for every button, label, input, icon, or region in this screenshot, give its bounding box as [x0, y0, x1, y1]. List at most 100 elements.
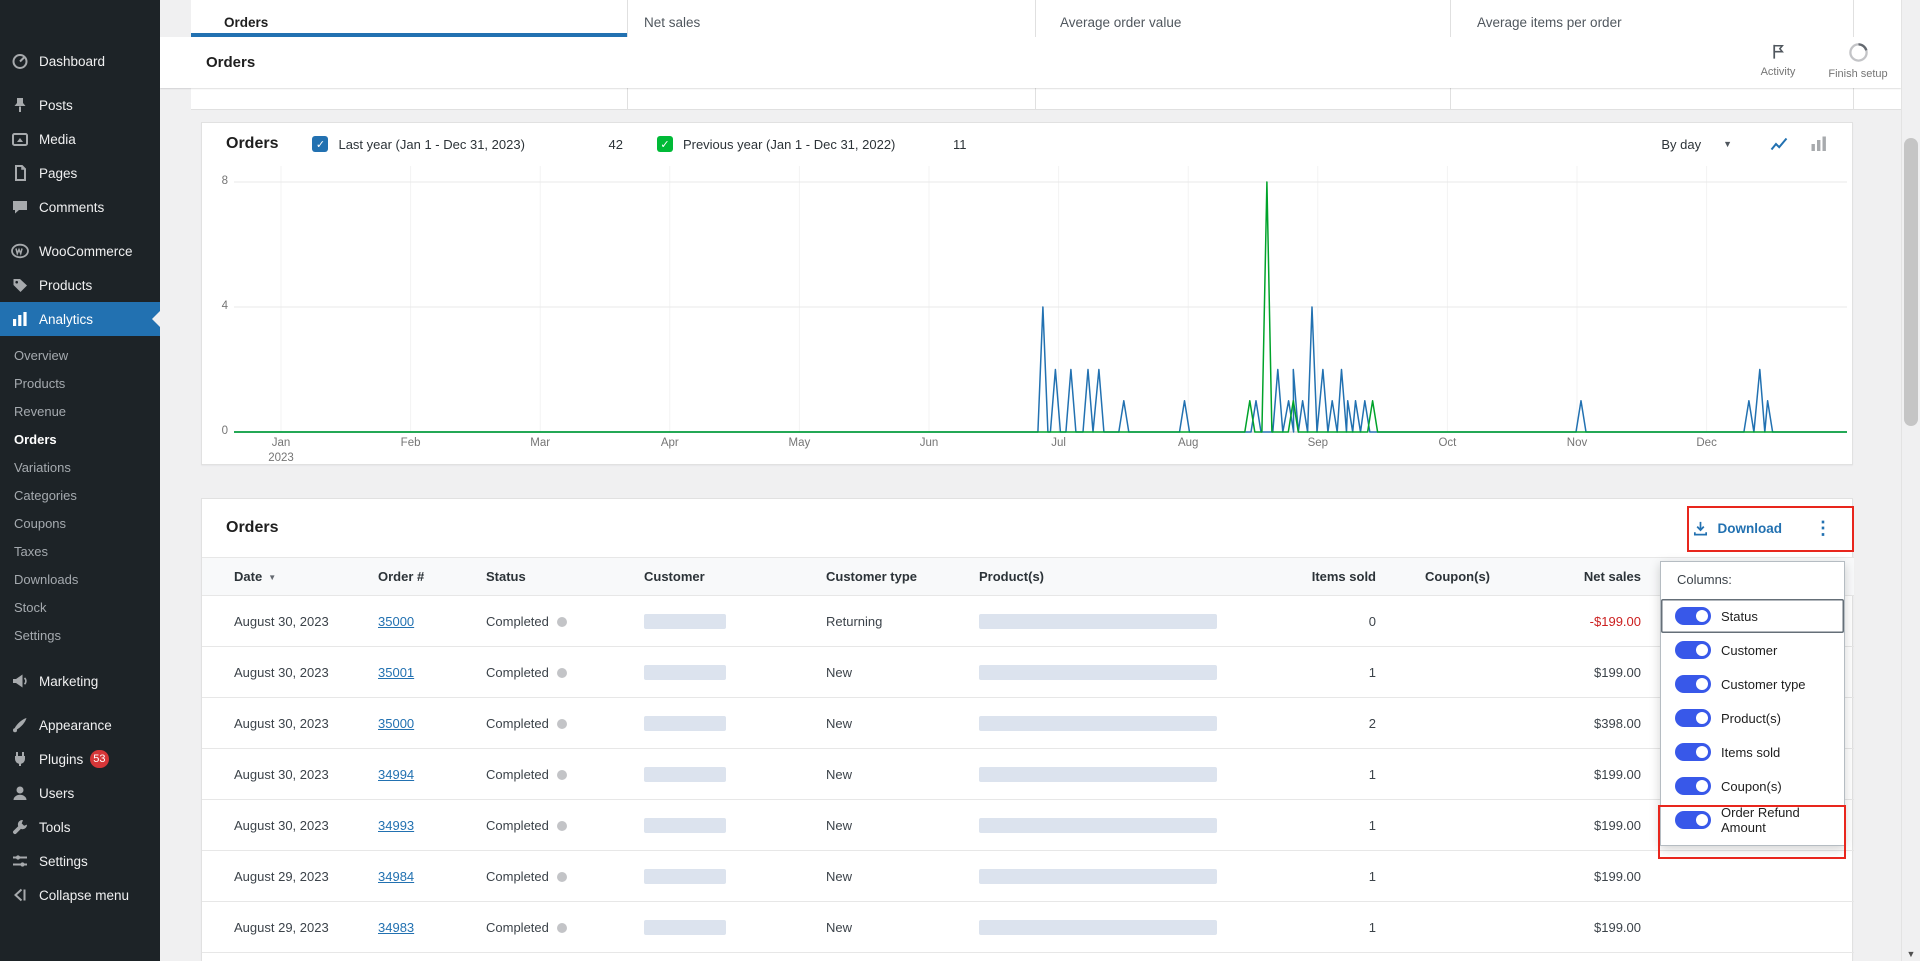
sidebar-item-analytics[interactable]: Analytics [0, 302, 160, 336]
submenu-item-variations[interactable]: Variations [0, 454, 160, 482]
toggle-on-icon[interactable] [1675, 709, 1711, 727]
sidebar-item-woocommerce[interactable]: WooCommerce [0, 234, 160, 268]
column-header-date[interactable]: Date▼ [202, 558, 378, 596]
activity-button[interactable]: Activity [1748, 42, 1808, 78]
x-axis-label: Nov [1567, 437, 1587, 449]
submenu-item-downloads[interactable]: Downloads [0, 566, 160, 594]
submenu-item-stock[interactable]: Stock [0, 594, 160, 622]
toggle-on-icon[interactable] [1675, 811, 1711, 829]
status-dot-icon [557, 770, 567, 780]
cell-net-sales: -$199.00 [1490, 596, 1641, 647]
cell-products [979, 851, 1279, 902]
sidebar-item-pages[interactable]: Pages [0, 156, 160, 190]
sidebar-item-collapse-menu[interactable]: Collapse menu [0, 878, 160, 912]
column-toggle-status[interactable]: Status [1661, 599, 1844, 633]
activity-label: Activity [1761, 66, 1796, 78]
sidebar-item-users[interactable]: Users [0, 776, 160, 810]
cell-status: Completed [486, 800, 644, 851]
cell-customer [644, 800, 826, 851]
submenu-item-categories[interactable]: Categories [0, 482, 160, 510]
x-axis-year-label: 2023 [268, 452, 294, 464]
cell-products [979, 698, 1279, 749]
cell-items-sold: 1 [1279, 851, 1376, 902]
chart-controls: By day ▼ [1661, 135, 1828, 153]
column-toggle-items-sold[interactable]: Items sold [1661, 735, 1844, 769]
line-chart-toggle[interactable] [1770, 135, 1788, 153]
column-toggle-order-refund-amount[interactable]: Order Refund Amount [1661, 803, 1844, 837]
sidebar-item-plugins[interactable]: Plugins 53 [0, 742, 160, 776]
menu-separator [0, 224, 160, 234]
toggle-on-icon[interactable] [1675, 777, 1711, 795]
toggle-on-icon[interactable] [1675, 675, 1711, 693]
toggle-on-icon[interactable] [1675, 743, 1711, 761]
sidebar-item-dashboard[interactable]: Dashboard [0, 44, 160, 78]
order-link[interactable]: 34983 [378, 920, 414, 935]
bar-chart-toggle[interactable] [1810, 135, 1828, 153]
summary-tab-net-sales[interactable]: Net sales [644, 15, 700, 30]
orders-line-chart [234, 166, 1847, 438]
submenu-item-coupons[interactable]: Coupons [0, 510, 160, 538]
sidebar-item-media[interactable]: Media [0, 122, 160, 156]
posts-icon [10, 95, 30, 115]
sidebar-item-marketing[interactable]: Marketing [0, 664, 160, 698]
order-link[interactable]: 34984 [378, 869, 414, 884]
table-row: August 30, 2023 35001 Completed New 1 $1… [202, 647, 1854, 698]
order-link[interactable]: 35000 [378, 716, 414, 731]
sidebar-item-tools[interactable]: Tools [0, 810, 160, 844]
menu-separator [0, 698, 160, 708]
column-toggle-coupon-s[interactable]: Coupon(s) [1661, 769, 1844, 803]
redacted-product [979, 920, 1217, 935]
summary-tab-average-items-per-order[interactable]: Average items per order [1477, 15, 1622, 30]
column-toggle-product-s[interactable]: Product(s) [1661, 701, 1844, 735]
order-link[interactable]: 35001 [378, 665, 414, 680]
order-link[interactable]: 35000 [378, 614, 414, 629]
status-dot-icon [557, 923, 567, 933]
page-title: Orders [206, 54, 255, 71]
order-link[interactable]: 34994 [378, 767, 414, 782]
scrollbar-thumb[interactable] [1904, 138, 1918, 426]
sidebar-item-products[interactable]: Products [0, 268, 160, 302]
interval-select[interactable]: By day ▼ [1661, 137, 1732, 152]
cell-products [979, 800, 1279, 851]
redacted-product [979, 767, 1217, 782]
legend-item-previous[interactable]: ✓ Previous year (Jan 1 - Dec 31, 2022) 1… [657, 136, 967, 152]
cell-coupons [1376, 749, 1490, 800]
sidebar-item-settings[interactable]: Settings [0, 844, 160, 878]
cell-status: Completed [486, 749, 644, 800]
cell-customer-type: New [826, 647, 979, 698]
summary-tab-average-order-value[interactable]: Average order value [1060, 15, 1181, 30]
tile-divider [627, 88, 628, 109]
orders-chart-card: Orders ✓ Last year (Jan 1 - Dec 31, 2023… [201, 122, 1853, 465]
scrollbar-down-arrow[interactable]: ▼ [1902, 949, 1920, 959]
download-button[interactable]: Download [1692, 520, 1783, 537]
appearance-icon [10, 715, 30, 735]
submenu-item-orders[interactable]: Orders [0, 426, 160, 454]
column-header-coupon-s: Coupon(s) [1376, 558, 1490, 596]
submenu-item-taxes[interactable]: Taxes [0, 538, 160, 566]
sidebar-item-comments[interactable]: Comments [0, 190, 160, 224]
legend-item-current[interactable]: ✓ Last year (Jan 1 - Dec 31, 2023) 42 [312, 136, 622, 152]
toggle-on-icon[interactable] [1675, 641, 1711, 659]
toggle-on-icon[interactable] [1675, 607, 1711, 625]
sidebar-item-appearance[interactable]: Appearance [0, 708, 160, 742]
column-toggle-customer[interactable]: Customer [1661, 633, 1844, 667]
submenu-item-revenue[interactable]: Revenue [0, 398, 160, 426]
submenu-item-settings[interactable]: Settings [0, 622, 160, 650]
progress-circle-icon [1848, 42, 1869, 66]
status-dot-icon [557, 872, 567, 882]
checkbox-checked-icon[interactable]: ✓ [312, 136, 328, 152]
ellipsis-menu-button[interactable]: ⋮ [1812, 517, 1834, 539]
finish-setup-button[interactable]: Finish setup [1816, 42, 1900, 80]
submenu-item-products[interactable]: Products [0, 370, 160, 398]
page-scrollbar[interactable]: ▼ [1901, 0, 1920, 961]
marketing-icon [10, 671, 30, 691]
summary-tab-orders[interactable]: Orders [224, 15, 268, 30]
cell-order-number: 34993 [378, 800, 486, 851]
table-row: August 30, 2023 34994 Completed New 1 $1… [202, 749, 1854, 800]
cell-customer-type: Returning [826, 596, 979, 647]
order-link[interactable]: 34993 [378, 818, 414, 833]
submenu-item-overview[interactable]: Overview [0, 342, 160, 370]
column-toggle-customer-type[interactable]: Customer type [1661, 667, 1844, 701]
sidebar-item-posts[interactable]: Posts [0, 88, 160, 122]
checkbox-checked-icon[interactable]: ✓ [657, 136, 673, 152]
